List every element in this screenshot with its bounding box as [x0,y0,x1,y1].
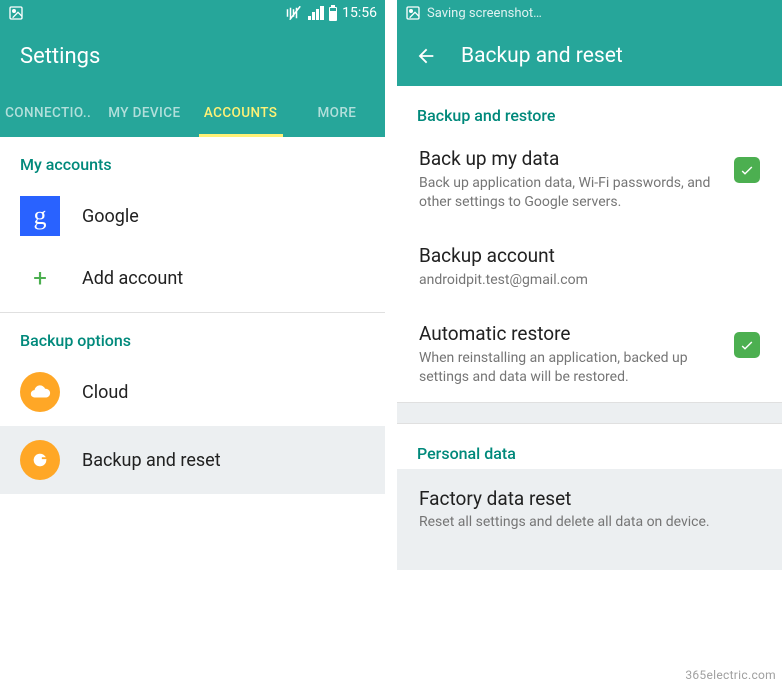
tab-accounts[interactable]: ACCOUNTS [193,89,289,137]
vibrate-icon [286,6,304,20]
account-google[interactable]: g Google [0,182,385,250]
section-backup-restore: Backup and restore [397,86,782,131]
screen-settings: 15:56 Settings CONNECTIO.. MY DEVICE ACC… [0,0,385,640]
signal-icon [308,6,324,20]
tab-connections[interactable]: CONNECTIO.. [0,89,96,137]
screen-backup-reset: Saving screenshot… Backup and reset Back… [397,0,782,640]
status-bar: 15:56 [0,0,385,26]
status-saving: Saving screenshot… [427,6,542,21]
setting-auto-restore[interactable]: Automatic restore When reinstalling an a… [397,306,782,403]
option-backup-reset[interactable]: Backup and reset [0,426,385,494]
image-icon [8,5,24,21]
tab-my-device[interactable]: MY DEVICE [96,89,192,137]
setting-factory-reset[interactable]: Factory data reset Reset all settings an… [397,469,782,570]
tab-more[interactable]: MORE [289,89,385,137]
checkbox-backup-data[interactable] [734,157,760,183]
status-bar: Saving screenshot… [397,0,782,26]
appbar: Settings CONNECTIO.. MY DEVICE ACCOUNTS … [0,26,385,137]
page-title: Backup and reset [461,44,623,68]
add-account[interactable]: + Add account [0,250,385,306]
option-cloud[interactable]: Cloud [0,358,385,426]
google-icon: g [20,196,60,236]
plus-icon: + [20,264,60,292]
tabs: CONNECTIO.. MY DEVICE ACCOUNTS MORE [0,89,385,137]
image-icon [405,5,421,21]
section-my-accounts: My accounts [0,137,385,182]
backup-reset-icon [20,440,60,480]
section-backup-options: Backup options [0,313,385,358]
battery-icon [328,5,338,21]
section-personal-data: Personal data [397,424,782,469]
cloud-icon [20,372,60,412]
appbar: Backup and reset [397,26,782,86]
back-icon[interactable] [415,45,437,67]
checkbox-auto-restore[interactable] [734,332,760,358]
status-time: 15:56 [342,5,377,21]
watermark: 365electric.com [685,668,776,682]
page-title: Settings [0,26,385,89]
divider [397,402,782,424]
setting-backup-data[interactable]: Back up my data Back up application data… [397,131,782,228]
setting-backup-account[interactable]: Backup account androidpit.test@gmail.com [397,228,782,306]
